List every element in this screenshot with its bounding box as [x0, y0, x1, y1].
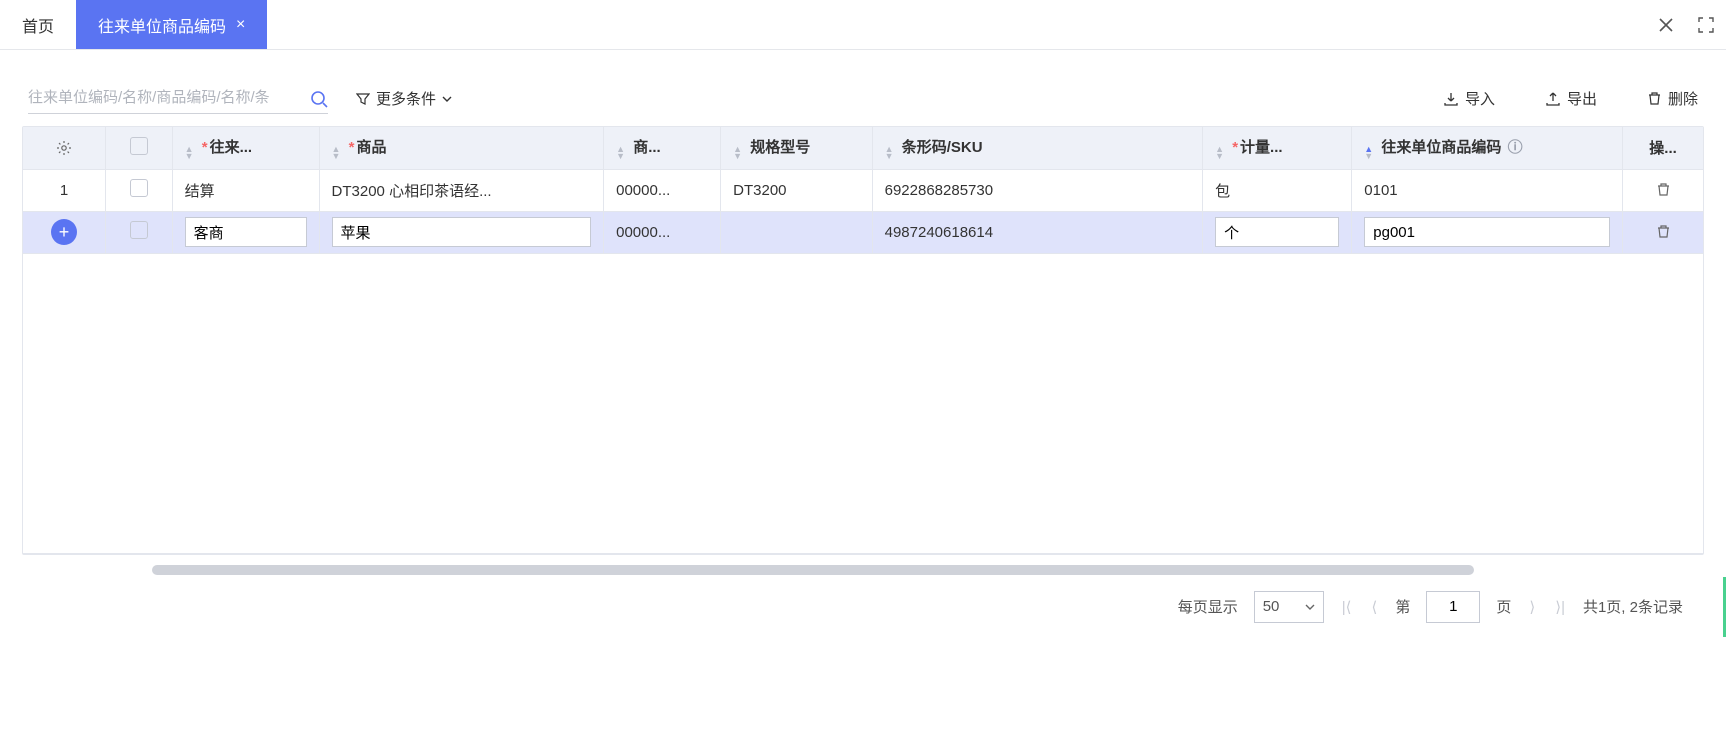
- page-input[interactable]: [1426, 591, 1480, 623]
- next-page-button[interactable]: ⟩: [1527, 598, 1537, 616]
- product-input[interactable]: [332, 217, 592, 247]
- cell-party[interactable]: [172, 211, 319, 253]
- help-icon[interactable]: ⓘ: [1508, 139, 1523, 156]
- toolbar: 更多条件 导入 导出 删除: [0, 70, 1726, 126]
- last-page-button[interactable]: ⟩|: [1553, 598, 1567, 616]
- data-grid: *往来... *商品 商... 规格型号 条形码/SKU: [22, 126, 1704, 555]
- cell-uom[interactable]: [1203, 211, 1352, 253]
- first-page-button[interactable]: |⟨: [1340, 598, 1354, 616]
- cell-vendor-code[interactable]: 0101: [1352, 169, 1623, 211]
- cell-product[interactable]: [319, 211, 604, 253]
- table-row[interactable]: + 00000... 4987240618614: [23, 211, 1703, 253]
- per-page-label: 每页显示: [1178, 596, 1238, 617]
- tab-home[interactable]: 首页: [0, 0, 76, 49]
- column-spec[interactable]: 规格型号: [721, 127, 872, 169]
- column-barcode[interactable]: 条形码/SKU: [872, 127, 1202, 169]
- delete-button[interactable]: 删除: [1647, 88, 1698, 109]
- filter-icon: [356, 90, 370, 107]
- import-label: 导入: [1465, 88, 1495, 109]
- pagination-summary: 共1页, 2条记录: [1583, 596, 1683, 617]
- chevron-down-icon: [1305, 598, 1315, 615]
- chevron-down-icon: [442, 90, 452, 107]
- tab-active-label: 往来单位商品编码: [98, 13, 226, 37]
- prev-page-button[interactable]: ⟨: [1369, 598, 1379, 616]
- tab-bar: 首页 往来单位商品编码 ×: [0, 0, 1726, 50]
- fullscreen-icon[interactable]: [1686, 5, 1726, 45]
- per-page-value: 50: [1263, 598, 1280, 615]
- column-settings[interactable]: [23, 127, 106, 169]
- cell-product-code: 00000...: [604, 169, 721, 211]
- delete-label: 删除: [1668, 88, 1698, 109]
- import-button[interactable]: 导入: [1443, 88, 1495, 109]
- uom-input[interactable]: [1215, 217, 1339, 247]
- gear-icon: [56, 139, 72, 156]
- tab-active[interactable]: 往来单位商品编码 ×: [76, 0, 267, 49]
- column-product[interactable]: *商品: [319, 127, 604, 169]
- import-icon: [1443, 89, 1459, 106]
- more-conditions-button[interactable]: 更多条件: [356, 88, 452, 109]
- cell-spec: DT3200: [721, 169, 872, 211]
- cell-barcode: 6922868285730: [872, 169, 1202, 211]
- row-checkbox[interactable]: [106, 169, 173, 211]
- export-button[interactable]: 导出: [1545, 88, 1597, 109]
- export-label: 导出: [1567, 88, 1597, 109]
- column-product-code[interactable]: 商...: [604, 127, 721, 169]
- cell-vendor-code[interactable]: [1352, 211, 1623, 253]
- vendor-code-input[interactable]: [1364, 217, 1610, 247]
- table-row[interactable]: 1 结算 DT3200 心相印茶语经... 00000... DT3200 69…: [23, 169, 1703, 211]
- per-page-select[interactable]: 50: [1254, 591, 1324, 623]
- export-icon: [1545, 89, 1561, 106]
- trash-icon: [1647, 90, 1662, 107]
- cell-product[interactable]: DT3200 心相印茶语经...: [319, 169, 604, 211]
- column-uom[interactable]: *计量...: [1203, 127, 1352, 169]
- close-icon[interactable]: ×: [236, 16, 245, 34]
- cell-uom[interactable]: 包: [1203, 169, 1352, 211]
- column-select-all[interactable]: [106, 127, 173, 169]
- party-input[interactable]: [185, 217, 307, 247]
- header-row: *往来... *商品 商... 规格型号 条形码/SKU: [23, 127, 1703, 169]
- cell-barcode: 4987240618614: [872, 211, 1202, 253]
- row-checkbox[interactable]: [106, 211, 173, 253]
- column-vendor-code[interactable]: 往来单位商品编码 ⓘ: [1352, 127, 1623, 169]
- row-delete[interactable]: [1623, 169, 1703, 211]
- column-action: 操...: [1623, 127, 1703, 169]
- pagination: 每页显示 50 |⟨ ⟨ 第 页 ⟩ ⟩| 共1页, 2条记录: [0, 577, 1726, 637]
- more-conditions-label: 更多条件: [376, 88, 436, 109]
- checkbox-icon: [130, 137, 148, 155]
- cell-spec: [721, 211, 872, 253]
- row-index: 1: [23, 169, 106, 211]
- trash-icon: [1656, 223, 1671, 240]
- search-input[interactable]: [28, 89, 328, 106]
- page-suffix: 页: [1496, 596, 1511, 617]
- column-party[interactable]: *往来...: [172, 127, 319, 169]
- search-icon[interactable]: [310, 88, 328, 109]
- row-delete[interactable]: [1623, 211, 1703, 253]
- search-wrap: [28, 82, 328, 114]
- horizontal-scrollbar[interactable]: [22, 563, 1704, 577]
- trash-icon: [1656, 181, 1671, 198]
- cell-party[interactable]: 结算: [172, 169, 319, 211]
- row-add[interactable]: +: [23, 211, 106, 253]
- cell-product-code: 00000...: [604, 211, 721, 253]
- page-prefix: 第: [1395, 596, 1410, 617]
- plus-icon: +: [51, 219, 77, 245]
- tab-home-label: 首页: [22, 13, 54, 37]
- close-all-icon[interactable]: [1646, 5, 1686, 45]
